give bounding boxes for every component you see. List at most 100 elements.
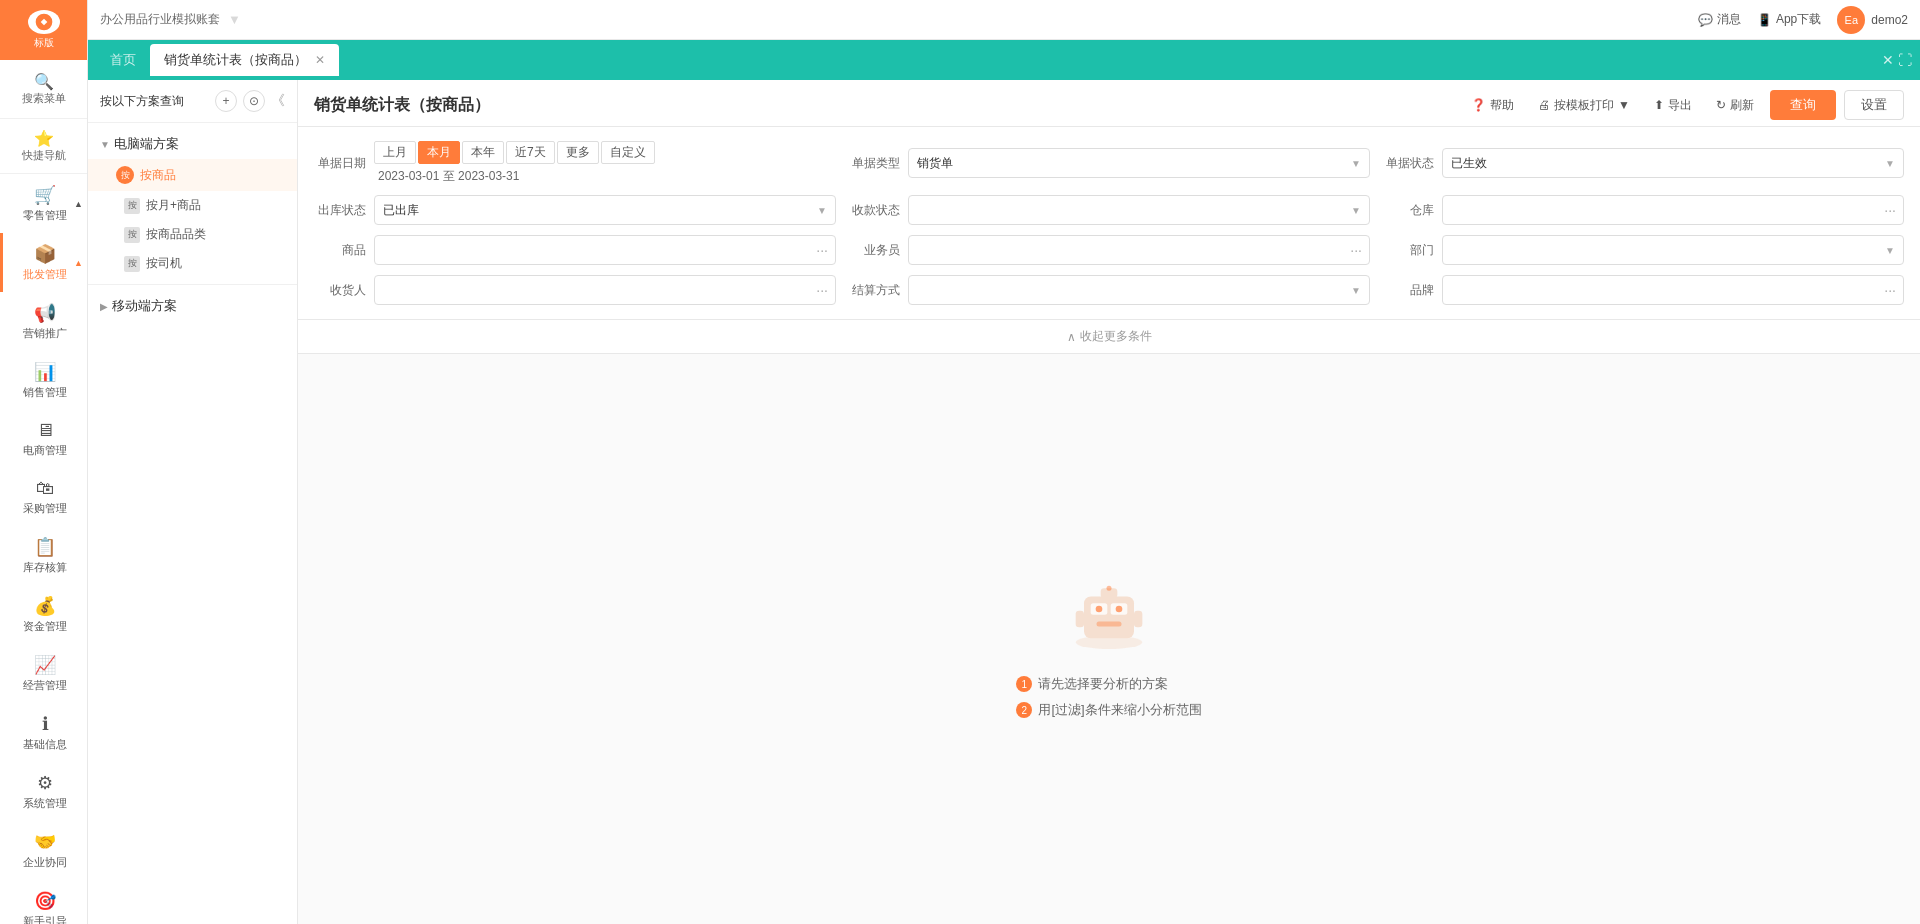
department-field: 部门 ▼ (1382, 235, 1904, 265)
receipt-status-field: 收款状态 ▼ (848, 195, 1370, 225)
by-product-icon: 按 (116, 166, 134, 184)
sidebar-item-purchase[interactable]: 🛍 采购管理 (0, 468, 87, 526)
date-range-display: 2023-03-01 至 2023-03-31 (378, 168, 836, 185)
date-btn-this-year[interactable]: 本年 (462, 141, 504, 164)
date-btn-7days[interactable]: 近7天 (506, 141, 555, 164)
empty-illustration (1059, 559, 1159, 659)
filter-row-1: 单据日期 上月 本月 本年 近7天 更多 自定义 2023-03-01 至 20… (314, 141, 1904, 185)
system-icon: ⚙ (37, 772, 53, 794)
quick-nav-button[interactable]: ⭐ 快捷导航 (5, 125, 82, 167)
sales-label: 销售管理 (23, 385, 67, 400)
collapse-more-bar[interactable]: ∧ 收起更多条件 (298, 320, 1920, 354)
recipient-input[interactable] (374, 275, 836, 305)
help-button[interactable]: ❓ 帮助 (1463, 93, 1522, 118)
query-button[interactable]: 查询 (1770, 90, 1836, 120)
tab-bar: 首页 销货单统计表（按商品） ✕ ✕ ⛶ (88, 40, 1920, 80)
collapse-panel-button[interactable]: 《 (271, 92, 285, 110)
type-value[interactable]: 销货单 ▼ (908, 148, 1370, 178)
tab-report[interactable]: 销货单统计表（按商品） ✕ (150, 44, 339, 76)
desktop-expand-icon: ▼ (100, 139, 110, 150)
message-button[interactable]: 💬 消息 (1698, 11, 1741, 28)
status-caret-icon: ▼ (1885, 158, 1895, 169)
out-status-caret-icon: ▼ (817, 205, 827, 216)
user-menu[interactable]: Ea demo2 (1837, 6, 1908, 34)
close-window-icon[interactable]: ✕ (1882, 52, 1894, 68)
tab-close-icon[interactable]: ✕ (315, 53, 325, 67)
settlement-value[interactable]: ▼ (908, 275, 1370, 305)
salesperson-dots-icon[interactable]: ··· (1350, 242, 1362, 258)
tab-home[interactable]: 首页 (96, 44, 150, 76)
scheme-sub-by-month-product[interactable]: 按 按月+商品 (88, 191, 297, 220)
out-status-label: 出库状态 (314, 202, 366, 219)
app-download-button[interactable]: 📱 App下载 (1757, 11, 1821, 28)
marketing-icon: 📢 (34, 302, 56, 324)
date-btn-last-month[interactable]: 上月 (374, 141, 416, 164)
sidebar-item-retail[interactable]: 🛒 零售管理 ▲ (0, 174, 87, 233)
export-button[interactable]: ⬆ 导出 (1646, 93, 1700, 118)
operations-label: 经营管理 (23, 678, 67, 693)
date-btn-more[interactable]: 更多 (557, 141, 599, 164)
sidebar-item-enterprise[interactable]: 🤝 企业协同 (0, 821, 87, 880)
scheme-sub-by-category[interactable]: 按 按商品品类 (88, 220, 297, 249)
logo-icon (28, 10, 60, 34)
sidebar-item-system[interactable]: ⚙ 系统管理 (0, 762, 87, 821)
receipt-status-label: 收款状态 (848, 202, 900, 219)
collapse-label: 收起更多条件 (1080, 328, 1152, 345)
sales-icon: 📊 (34, 361, 56, 383)
sidebar-item-operations[interactable]: 📈 经营管理 (0, 644, 87, 703)
sidebar-item-wholesale[interactable]: 📦 批发管理 ▲ (0, 233, 87, 292)
salesperson-input[interactable] (908, 235, 1370, 265)
warehouse-input[interactable] (1442, 195, 1904, 225)
settings-button[interactable]: 设置 (1844, 90, 1904, 120)
warehouse-dots-icon[interactable]: ··· (1884, 202, 1896, 218)
avatar: Ea (1837, 6, 1865, 34)
department-value[interactable]: ▼ (1442, 235, 1904, 265)
refresh-button[interactable]: ↻ 刷新 (1708, 93, 1762, 118)
by-product-label: 按商品 (140, 167, 176, 184)
scheme-sub-by-printer[interactable]: 按 按司机 (88, 249, 297, 278)
brand-dots-icon[interactable]: ··· (1884, 282, 1896, 298)
tip-num-2: 2 (1016, 702, 1032, 718)
filter-row-3: 商品 ··· 业务员 ··· 部门 (314, 235, 1904, 265)
sidebar-item-sales[interactable]: 📊 销售管理 (0, 351, 87, 410)
purchase-label: 采购管理 (23, 501, 67, 516)
content-area: 按以下方案查询 + ⊙ 《 ▼ 电脑端方案 按 按商品 按 (88, 80, 1920, 924)
maximize-icon[interactable]: ⛶ (1898, 52, 1912, 68)
sidebar-item-finance[interactable]: 💰 资金管理 (0, 585, 87, 644)
product-dots-icon[interactable]: ··· (816, 242, 828, 258)
date-btn-custom[interactable]: 自定义 (601, 141, 655, 164)
receipt-status-value[interactable]: ▼ (908, 195, 1370, 225)
out-status-value[interactable]: 已出库 ▼ (374, 195, 836, 225)
search-menu-button[interactable]: 🔍 搜索菜单 (5, 68, 82, 110)
recipient-dots-icon[interactable]: ··· (816, 282, 828, 298)
edit-scheme-button[interactable]: ⊙ (243, 90, 265, 112)
settlement-field: 结算方式 ▼ (848, 275, 1370, 305)
add-scheme-button[interactable]: + (215, 90, 237, 112)
newbie-label: 新手引导 (23, 914, 67, 924)
print-dropdown-icon: ▼ (1618, 98, 1630, 112)
dept-caret-icon: ▼ (1885, 245, 1895, 256)
sidebar-item-inventory[interactable]: 📋 库存核算 (0, 526, 87, 585)
retail-icon: 🛒 (34, 184, 56, 206)
brand-input[interactable] (1442, 275, 1904, 305)
sidebar: 标版 🔍 搜索菜单 ⭐ 快捷导航 🛒 零售管理 ▲ 📦 批发管理 ▲ 📢 营销推… (0, 0, 88, 924)
user-name: demo2 (1871, 13, 1908, 27)
warehouse-label: 仓库 (1382, 202, 1434, 219)
status-value[interactable]: 已生效 ▼ (1442, 148, 1904, 178)
enterprise-label: 企业协同 (23, 855, 67, 870)
date-filter-label: 单据日期 (314, 155, 366, 172)
sidebar-item-marketing[interactable]: 📢 营销推广 (0, 292, 87, 351)
logo-tagline: 标版 (34, 36, 54, 50)
mobile-scheme-header[interactable]: ▶ 移动端方案 (88, 291, 297, 321)
template-print-button[interactable]: 🖨 按模板打印 ▼ (1530, 93, 1638, 118)
date-btn-this-month[interactable]: 本月 (418, 141, 460, 164)
help-icon: ❓ (1471, 98, 1486, 112)
page-title: 销货单统计表（按商品） (314, 95, 490, 116)
sidebar-item-newbie[interactable]: 🎯 新手引导 (0, 880, 87, 924)
sidebar-item-ecommerce[interactable]: 🖥 电商管理 (0, 410, 87, 468)
message-label: 消息 (1717, 11, 1741, 28)
product-input[interactable] (374, 235, 836, 265)
sidebar-item-basic[interactable]: ℹ 基础信息 (0, 703, 87, 762)
desktop-scheme-header[interactable]: ▼ 电脑端方案 (88, 129, 297, 159)
scheme-item-by-product[interactable]: 按 按商品 (88, 159, 297, 191)
